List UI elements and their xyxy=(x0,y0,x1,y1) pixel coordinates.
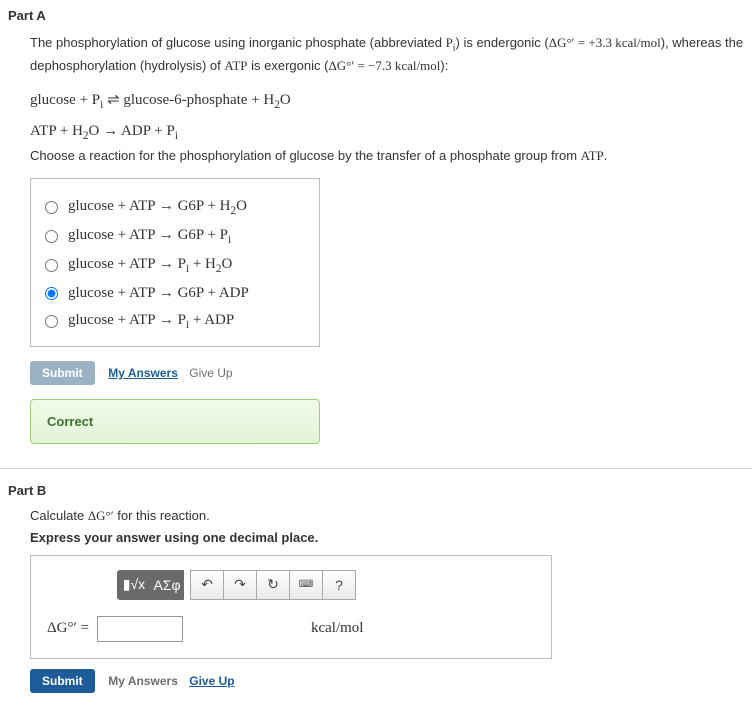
my-answers-link-a[interactable]: My Answers xyxy=(108,366,178,380)
part-b-title: Part B xyxy=(8,483,744,498)
answer-label: ΔG°′ = xyxy=(47,620,89,637)
choice-5[interactable]: glucose + ATP → Pi + ADP xyxy=(45,307,305,336)
reset-button[interactable]: ↻ xyxy=(256,570,290,600)
choice-group: glucose + ATP → G6P + H2O glucose + ATP … xyxy=(30,178,320,347)
choice-2-label: glucose + ATP → G6P + Pi xyxy=(68,227,231,246)
answer-toolbar: ▮√x ΑΣφ ↶ ↷ ↻ ⌨ ? xyxy=(117,570,535,600)
equation-1: glucose + Pi ⇌ glucose-6-phosphate + H2O xyxy=(30,90,744,111)
help-button[interactable]: ? xyxy=(322,570,356,600)
my-answers-link-b[interactable]: My Answers xyxy=(108,674,178,688)
redo-icon: ↷ xyxy=(234,576,246,593)
template-button[interactable]: ▮√x xyxy=(117,570,151,600)
correct-feedback: Correct xyxy=(30,399,320,444)
part-b-actions: Submit My Answers Give Up xyxy=(30,669,744,693)
choice-1[interactable]: glucose + ATP → G6P + H2O xyxy=(45,193,305,222)
part-a-prompt: Choose a reaction for the phosphorylatio… xyxy=(30,148,744,164)
part-a-title: Part A xyxy=(8,8,744,23)
part-b: Part B Calculate ΔG°′ for this reaction.… xyxy=(8,483,744,693)
choice-2-radio[interactable] xyxy=(45,230,58,243)
undo-button[interactable]: ↶ xyxy=(190,570,224,600)
template-icon: ▮√x xyxy=(123,576,145,593)
choice-4[interactable]: glucose + ATP → G6P + ADP xyxy=(45,280,305,307)
greek-button[interactable]: ΑΣφ xyxy=(150,570,184,600)
choice-1-label: glucose + ATP → G6P + H2O xyxy=(68,198,247,217)
part-b-prompt: Calculate ΔG°′ for this reaction. xyxy=(30,508,744,524)
choice-2[interactable]: glucose + ATP → G6P + Pi xyxy=(45,222,305,251)
choice-1-radio[interactable] xyxy=(45,201,58,214)
choice-4-label: glucose + ATP → G6P + ADP xyxy=(68,285,249,302)
choice-3-radio[interactable] xyxy=(45,259,58,272)
submit-button-a[interactable]: Submit xyxy=(30,361,95,385)
redo-button[interactable]: ↷ xyxy=(223,570,257,600)
choice-3[interactable]: glucose + ATP → Pi + H2O xyxy=(45,251,305,280)
divider xyxy=(0,468,752,469)
give-up-link-a[interactable]: Give Up xyxy=(189,366,232,380)
keyboard-button[interactable]: ⌨ xyxy=(289,570,323,600)
choice-5-radio[interactable] xyxy=(45,315,58,328)
answer-unit: kcal/mol xyxy=(311,620,364,637)
keyboard-icon: ⌨ xyxy=(299,579,313,590)
part-a: Part A The phosphorylation of glucose us… xyxy=(8,8,744,444)
greek-icon: ΑΣφ xyxy=(153,577,180,593)
reset-icon: ↻ xyxy=(267,576,279,593)
give-up-link-b[interactable]: Give Up xyxy=(189,674,234,688)
part-a-intro: The phosphorylation of glucose using ino… xyxy=(30,33,744,76)
help-icon: ? xyxy=(335,577,343,593)
submit-button-b[interactable]: Submit xyxy=(30,669,95,693)
answer-input[interactable] xyxy=(97,616,183,642)
choice-5-label: glucose + ATP → Pi + ADP xyxy=(68,312,234,331)
part-a-actions: Submit My Answers Give Up xyxy=(30,361,744,385)
undo-icon: ↶ xyxy=(201,576,213,593)
part-b-instruction: Express your answer using one decimal pl… xyxy=(30,530,744,545)
choice-4-radio[interactable] xyxy=(45,287,58,300)
equation-2: ATP + H2O → ADP + Pi xyxy=(30,123,744,142)
answer-box: ▮√x ΑΣφ ↶ ↷ ↻ ⌨ ? ΔG°′ = kcal/mol xyxy=(30,555,552,659)
choice-3-label: glucose + ATP → Pi + H2O xyxy=(68,256,232,275)
